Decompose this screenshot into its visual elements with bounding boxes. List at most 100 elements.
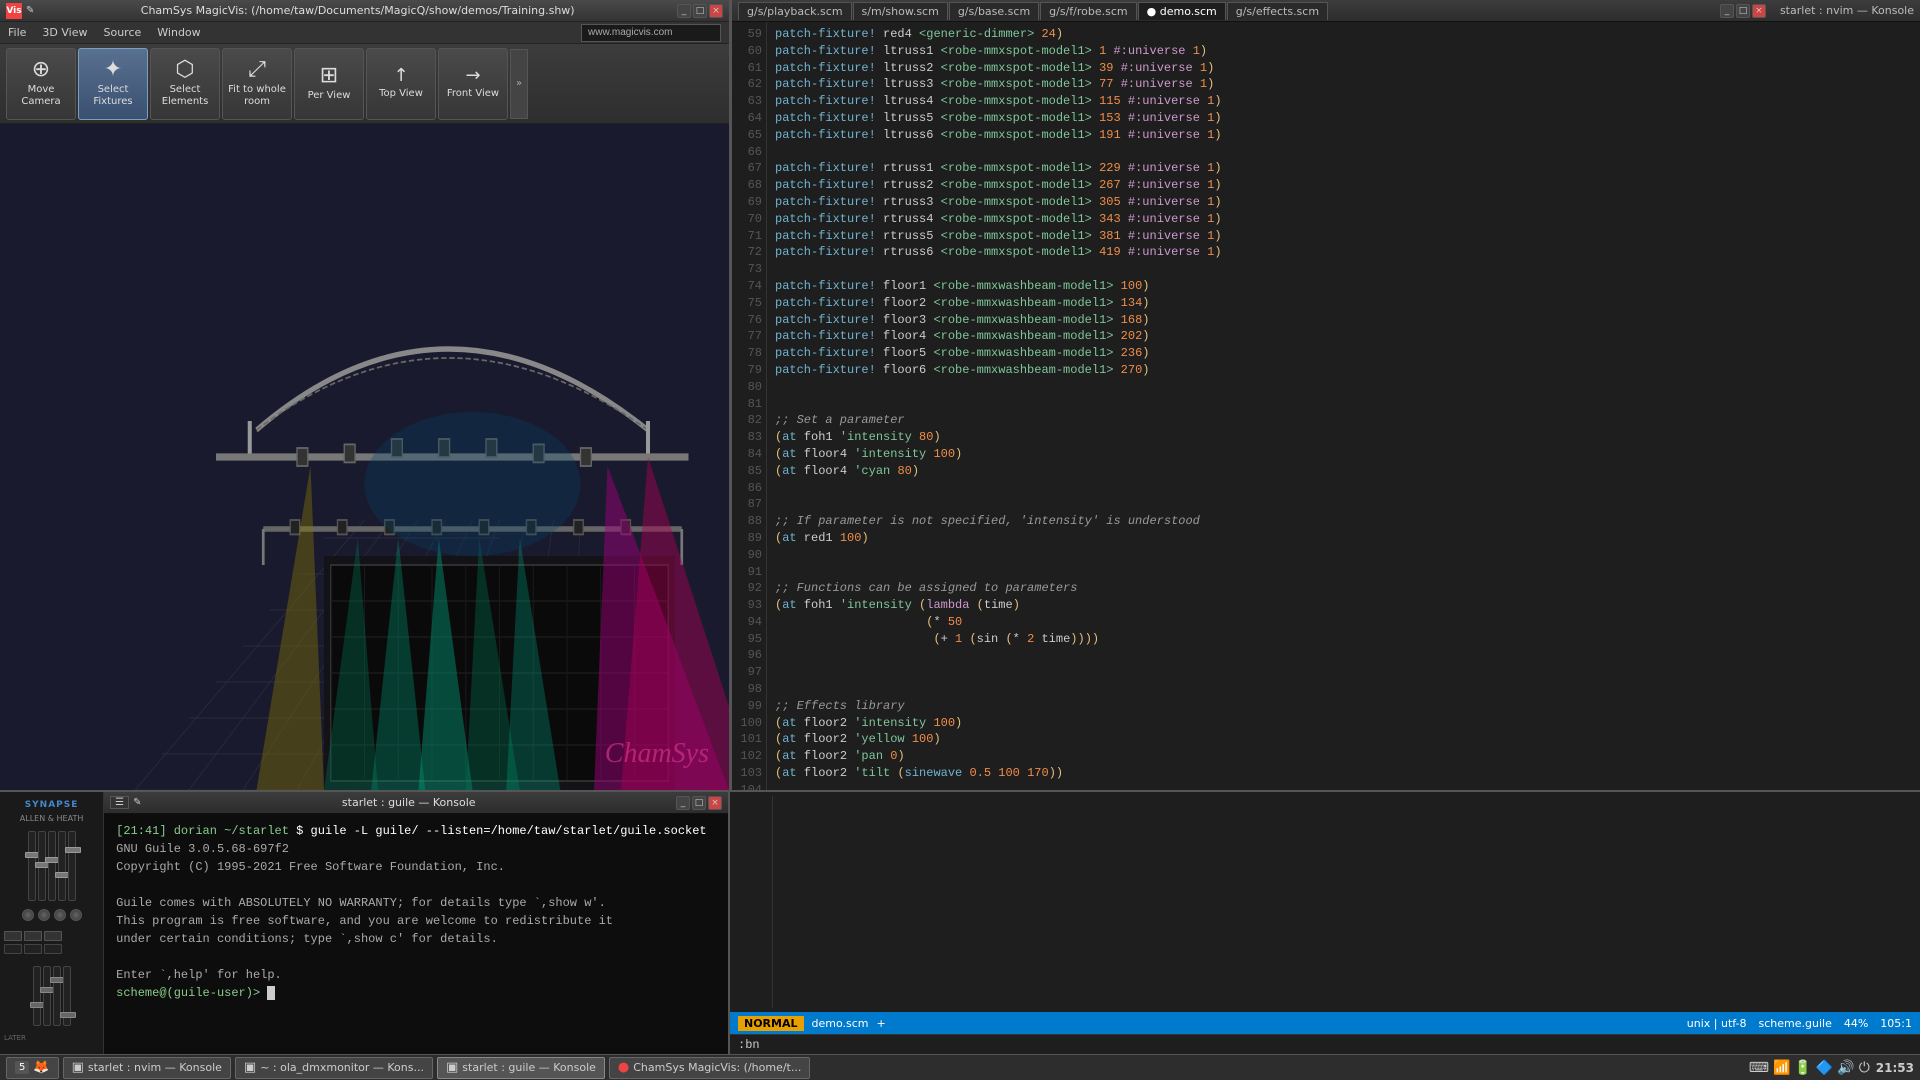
code-line-87 <box>775 496 1912 513</box>
tab-robe[interactable]: g/s/f/robe.scm <box>1040 2 1136 20</box>
magicvis-win-controls: _ □ × <box>677 4 723 18</box>
taskbar-label-ola: ~ : ola_dmxmonitor — Kons... <box>260 1061 424 1074</box>
taskbar-item-nvim[interactable]: ▣ starlet : nvim — Konsole <box>63 1057 231 1079</box>
code-line-91 <box>775 564 1912 581</box>
mixer-btn-4[interactable] <box>4 944 22 954</box>
tab-show[interactable]: s/m/show.scm <box>853 2 948 20</box>
fader-track-4[interactable] <box>58 831 66 901</box>
top-view-btn[interactable]: ↑ Top View <box>366 48 436 120</box>
mixer-btn-3[interactable] <box>44 931 62 941</box>
menu-3dview[interactable]: 3D View <box>42 26 87 39</box>
statusbar-right: unix | utf-8 scheme.guile 44% 105:1 <box>1687 1017 1912 1030</box>
terminal-minimize-btn[interactable]: _ <box>676 796 690 810</box>
terminal-line-8 <box>116 948 716 966</box>
code-line-60: patch-fixture! ltruss1 <robe-mmxspot-mod… <box>775 43 1912 60</box>
front-view-label: Front View <box>447 88 499 100</box>
line-numbers-bottom <box>738 796 773 1008</box>
terminal-line-6: This program is free software, and you a… <box>116 912 716 930</box>
terminal-edit-icon[interactable]: ✎ <box>133 797 141 808</box>
menu-source[interactable]: Source <box>104 26 142 39</box>
code-minimize-btn[interactable]: _ <box>1720 4 1734 18</box>
code-content: 5960616263 6465666768 6970717273 7475767… <box>732 22 1920 790</box>
menu-file[interactable]: File <box>8 26 26 39</box>
fader-track-9[interactable] <box>63 966 71 1026</box>
fader-labels: LATER <box>4 1034 99 1042</box>
terminal-content[interactable]: [21:41] dorian ~/starlet $ guile -L guil… <box>104 814 728 1054</box>
taskbar-item-guile[interactable]: ▣ starlet : guile — Konsole <box>437 1057 605 1079</box>
code-text-area[interactable]: patch-fixture! red4 <generic-dimmer> 24)… <box>767 22 1920 790</box>
main-area: Vis ✎ ChamSys MagicVis: (/home/taw/Docum… <box>0 0 1920 790</box>
fit-whole-room-btn[interactable]: ⤢ Fit to whole room <box>222 48 292 120</box>
fader-track-2[interactable] <box>38 831 46 901</box>
terminal-menu-icon[interactable]: ☰ <box>110 796 129 809</box>
vim-mode-badge: NORMAL <box>738 1016 804 1031</box>
fader-row-2 <box>4 966 99 1026</box>
taskbar-item-magicvis[interactable]: ● ChamSys MagicVis: (/home/t... <box>609 1057 810 1079</box>
taskbar: 5 🦊 ▣ starlet : nvim — Konsole ▣ ~ : ola… <box>0 1054 1920 1080</box>
per-view-btn[interactable]: ⊞ Per View <box>294 48 364 120</box>
bluetooth-icon: 🔷 <box>1816 1060 1833 1076</box>
code-line-62: patch-fixture! ltruss3 <robe-mmxspot-mod… <box>775 76 1912 93</box>
fader-handle-9[interactable] <box>60 1012 76 1018</box>
mixer-btn-6[interactable] <box>44 944 62 954</box>
mixer-btn-2[interactable] <box>24 931 42 941</box>
terminal-cursor <box>267 986 275 1000</box>
taskbar-item-5[interactable]: 5 🦊 <box>6 1057 59 1079</box>
code-line-68: patch-fixture! rtruss2 <robe-mmxspot-mod… <box>775 177 1912 194</box>
statusbar-filetype: scheme.guile <box>1759 1017 1832 1030</box>
code-maximize-btn[interactable]: □ <box>1736 4 1750 18</box>
fader-track-7[interactable] <box>43 966 51 1026</box>
move-camera-btn[interactable]: ⊕ Move Camera <box>6 48 76 120</box>
knob-1[interactable] <box>22 909 34 921</box>
firefox-icon: 🦊 <box>33 1060 49 1075</box>
code-line-66 <box>775 144 1912 161</box>
select-elements-btn[interactable]: ⬡ Select Elements <box>150 48 220 120</box>
vim-cmdline[interactable]: :bn <box>730 1034 1920 1054</box>
magicvis-minimize-btn[interactable]: _ <box>677 4 691 18</box>
code-line-78: patch-fixture! floor5 <robe-mmxwashbeam-… <box>775 345 1912 362</box>
url-input[interactable] <box>581 24 721 42</box>
viewport-3d[interactable]: ChamSys ChamSys <box>0 124 729 790</box>
code-line-102: (at floor2 'pan 0) <box>775 748 1912 765</box>
front-view-btn[interactable]: → Front View <box>438 48 508 120</box>
fader-track-5[interactable] <box>68 831 76 901</box>
tab-base[interactable]: g/s/base.scm <box>949 2 1039 20</box>
code-close-btn[interactable]: × <box>1752 4 1766 18</box>
menu-window[interactable]: Window <box>157 26 200 39</box>
toolbar-expand-btn[interactable]: » <box>510 49 528 119</box>
fader-track-3[interactable] <box>48 831 56 901</box>
terminal-close-btn[interactable]: × <box>708 796 722 810</box>
terminal-title: starlet : guile — Konsole <box>145 796 672 809</box>
code-line-65: patch-fixture! ltruss6 <robe-mmxspot-mod… <box>775 127 1912 144</box>
terminal-line-7: under certain conditions; type `,show c'… <box>116 930 716 948</box>
code-line-77: patch-fixture! floor4 <robe-mmxwashbeam-… <box>775 328 1912 345</box>
terminal-maximize-btn[interactable]: □ <box>692 796 706 810</box>
code-line-93: (at foh1 'intensity (lambda (time) <box>775 597 1912 614</box>
knob-4[interactable] <box>70 909 82 921</box>
mixer-buttons <box>4 931 99 954</box>
taskbar-right: ⌨ 📶 🔋 🔷 🔊 ⏻ 21:53 <box>1749 1060 1914 1076</box>
code-line-63: patch-fixture! ltruss4 <robe-mmxspot-mod… <box>775 93 1912 110</box>
taskbar-item-ola[interactable]: ▣ ~ : ola_dmxmonitor — Kons... <box>235 1057 433 1079</box>
magicvis-maximize-btn[interactable]: □ <box>693 4 707 18</box>
select-fixtures-btn[interactable]: ✦ Select Fixtures <box>78 48 148 120</box>
bottom-area: SYNAPSE ALLEN & HEATH <box>0 790 1920 1054</box>
code-editor-titlebar: g/s/playback.scm s/m/show.scm g/s/base.s… <box>732 0 1920 22</box>
mixer-btn-5[interactable] <box>24 944 42 954</box>
knob-2[interactable] <box>38 909 50 921</box>
tab-demo[interactable]: ● demo.scm <box>1138 2 1226 20</box>
system-clock: 21:53 <box>1876 1061 1914 1075</box>
code-line-83: (at foh1 'intensity 80) <box>775 429 1912 446</box>
mixer-btn-1[interactable] <box>4 931 22 941</box>
mixer-faders: LATER <box>4 831 99 1042</box>
bottom-left: SYNAPSE ALLEN & HEATH <box>0 792 730 1054</box>
per-view-icon: ⊞ <box>320 65 338 87</box>
code-line-95: (+ 1 (sin (* 2 time)))) <box>775 631 1912 648</box>
tab-effects[interactable]: g/s/effects.scm <box>1227 2 1328 20</box>
magicvis-close-btn[interactable]: × <box>709 4 723 18</box>
tab-playback[interactable]: g/s/playback.scm <box>738 2 852 20</box>
knob-3[interactable] <box>54 909 66 921</box>
fader-track-6[interactable] <box>33 966 41 1026</box>
fader-handle-5[interactable] <box>65 847 81 853</box>
code-line-84: (at floor4 'intensity 100) <box>775 446 1912 463</box>
